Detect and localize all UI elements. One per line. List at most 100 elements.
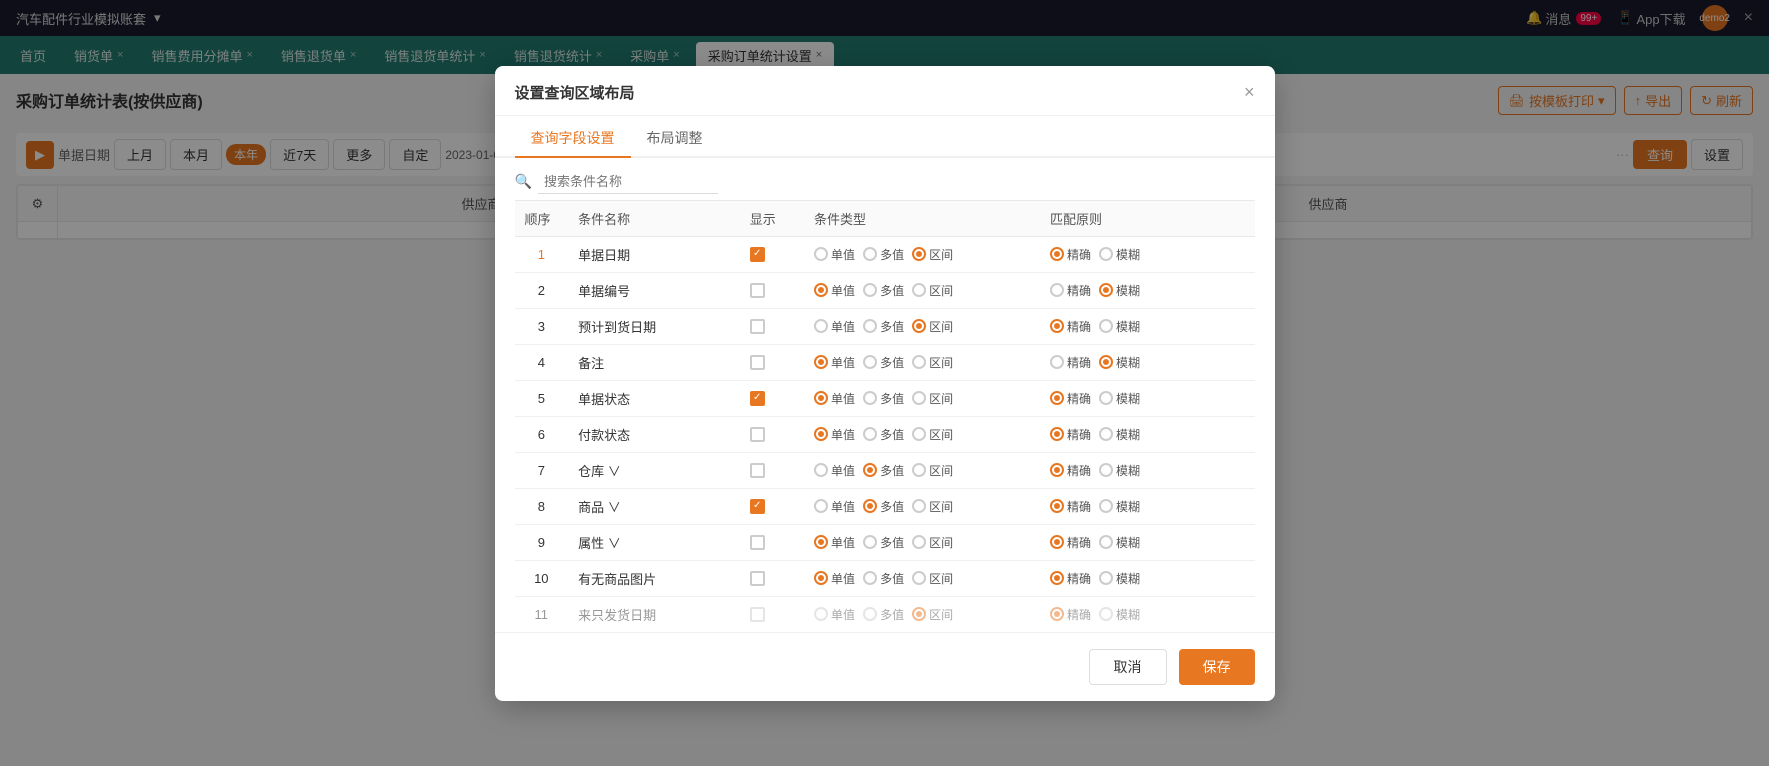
radio-type-多值[interactable]: 多值 xyxy=(863,318,904,335)
radio-match-精确[interactable]: 精确 xyxy=(1050,534,1091,551)
radio-match-模糊[interactable]: 模糊 xyxy=(1099,282,1140,299)
radio-type-区间[interactable]: 区间 xyxy=(912,498,953,515)
checkbox[interactable] xyxy=(750,535,765,550)
radio-type-多值[interactable]: 多值 xyxy=(863,570,904,587)
radio-type-单值[interactable]: 单值 xyxy=(814,390,855,407)
radio-type-区间[interactable]: 区间 xyxy=(912,606,953,623)
radio-type-多值[interactable]: 多值 xyxy=(863,606,904,623)
save-button[interactable]: 保存 xyxy=(1179,649,1255,685)
dialog-close-button[interactable]: × xyxy=(1244,83,1255,101)
radio-match-模糊[interactable]: 模糊 xyxy=(1099,606,1140,623)
radio-type-单值[interactable]: 单值 xyxy=(814,246,855,263)
row-condition-name: 单据状态 xyxy=(568,380,740,416)
radio-match-精确[interactable]: 精确 xyxy=(1050,606,1091,623)
radio-type-多值[interactable]: 多值 xyxy=(863,426,904,443)
search-input[interactable] xyxy=(538,170,718,194)
checkbox[interactable] xyxy=(750,571,765,586)
radio-match-精确[interactable]: 精确 xyxy=(1050,246,1091,263)
radio-match-精确[interactable]: 精确 xyxy=(1050,462,1091,479)
row-condition-name: 预计到货日期 xyxy=(568,308,740,344)
settings-row: 7仓库 ∨单值多值区间精确模糊 xyxy=(515,452,1255,488)
radio-type-多值[interactable]: 多值 xyxy=(863,390,904,407)
radio-type-区间[interactable]: 区间 xyxy=(912,462,953,479)
radio-match-精确[interactable]: 精确 xyxy=(1050,498,1091,515)
cancel-button[interactable]: 取消 xyxy=(1089,649,1167,685)
radio-match-精确[interactable]: 精确 xyxy=(1050,282,1091,299)
radio-type-多值[interactable]: 多值 xyxy=(863,534,904,551)
radio-type-多值[interactable]: 多值 xyxy=(863,354,904,371)
radio-match-模糊[interactable]: 模糊 xyxy=(1099,534,1140,551)
radio-type-多值[interactable]: 多值 xyxy=(863,462,904,479)
radio-type-多值[interactable]: 多值 xyxy=(863,246,904,263)
checkbox[interactable] xyxy=(750,391,765,406)
row-show-checkbox[interactable] xyxy=(740,416,804,452)
radio-type-单值[interactable]: 单值 xyxy=(814,606,855,623)
radio-match-模糊[interactable]: 模糊 xyxy=(1099,570,1140,587)
radio-match-模糊[interactable]: 模糊 xyxy=(1099,246,1140,263)
row-show-checkbox[interactable] xyxy=(740,524,804,560)
radio-match-模糊[interactable]: 模糊 xyxy=(1099,390,1140,407)
radio-match-精确[interactable]: 精确 xyxy=(1050,318,1091,335)
radio-type-区间[interactable]: 区间 xyxy=(912,354,953,371)
radio-match-模糊[interactable]: 模糊 xyxy=(1099,354,1140,371)
radio-type-区间[interactable]: 区间 xyxy=(912,570,953,587)
radio-type-区间[interactable]: 区间 xyxy=(912,282,953,299)
radio-type-单值[interactable]: 单值 xyxy=(814,318,855,335)
radio-circle xyxy=(814,499,828,513)
radio-circle xyxy=(814,355,828,369)
checkbox[interactable] xyxy=(750,607,765,622)
checkbox[interactable] xyxy=(750,247,765,262)
row-show-checkbox[interactable] xyxy=(740,380,804,416)
dialog-title: 设置查询区域布局 xyxy=(515,82,635,103)
row-show-checkbox[interactable] xyxy=(740,560,804,596)
radio-circle xyxy=(912,355,926,369)
radio-circle xyxy=(863,571,877,585)
radio-type-区间[interactable]: 区间 xyxy=(912,534,953,551)
radio-match-模糊[interactable]: 模糊 xyxy=(1099,462,1140,479)
checkbox[interactable] xyxy=(750,355,765,370)
radio-type-单值[interactable]: 单值 xyxy=(814,534,855,551)
radio-circle xyxy=(863,463,877,477)
radio-type-单值[interactable]: 单值 xyxy=(814,426,855,443)
radio-type-多值[interactable]: 多值 xyxy=(863,282,904,299)
checkbox[interactable] xyxy=(750,427,765,442)
radio-match-精确[interactable]: 精确 xyxy=(1050,426,1091,443)
radio-type-区间[interactable]: 区间 xyxy=(912,246,953,263)
radio-type-单值[interactable]: 单值 xyxy=(814,354,855,371)
radio-type-单值[interactable]: 单值 xyxy=(814,570,855,587)
settings-row: 3预计到货日期单值多值区间精确模糊 xyxy=(515,308,1255,344)
checkbox[interactable] xyxy=(750,319,765,334)
row-show-checkbox[interactable] xyxy=(740,596,804,632)
radio-match-模糊[interactable]: 模糊 xyxy=(1099,318,1140,335)
tab-fields[interactable]: 查询字段设置 xyxy=(515,120,631,158)
radio-match-精确[interactable]: 精确 xyxy=(1050,390,1091,407)
row-show-checkbox[interactable] xyxy=(740,488,804,524)
row-show-checkbox[interactable] xyxy=(740,236,804,272)
row-show-checkbox[interactable] xyxy=(740,308,804,344)
checkbox[interactable] xyxy=(750,499,765,514)
th-name: 条件名称 xyxy=(568,200,740,236)
tab-layout[interactable]: 布局调整 xyxy=(631,120,719,158)
radio-type-单值[interactable]: 单值 xyxy=(814,498,855,515)
radio-circle xyxy=(1050,463,1064,477)
radio-type-区间[interactable]: 区间 xyxy=(912,390,953,407)
radio-match-精确[interactable]: 精确 xyxy=(1050,570,1091,587)
radio-type-单值[interactable]: 单值 xyxy=(814,282,855,299)
th-order: 顺序 xyxy=(515,200,569,236)
radio-type-多值[interactable]: 多值 xyxy=(863,498,904,515)
checkbox[interactable] xyxy=(750,283,765,298)
radio-circle xyxy=(814,283,828,297)
radio-type-单值[interactable]: 单值 xyxy=(814,462,855,479)
radio-match-模糊[interactable]: 模糊 xyxy=(1099,498,1140,515)
settings-row: 11来只发货日期单值多值区间精确模糊 xyxy=(515,596,1255,632)
row-match: 精确模糊 xyxy=(1040,416,1255,452)
row-show-checkbox[interactable] xyxy=(740,272,804,308)
radio-type-区间[interactable]: 区间 xyxy=(912,426,953,443)
row-show-checkbox[interactable] xyxy=(740,344,804,380)
settings-table: 顺序 条件名称 显示 条件类型 匹配原则 1单据日期单值多值区间精确模糊2单据编… xyxy=(515,200,1255,632)
radio-type-区间[interactable]: 区间 xyxy=(912,318,953,335)
radio-match-精确[interactable]: 精确 xyxy=(1050,354,1091,371)
row-show-checkbox[interactable] xyxy=(740,452,804,488)
radio-match-模糊[interactable]: 模糊 xyxy=(1099,426,1140,443)
checkbox[interactable] xyxy=(750,463,765,478)
